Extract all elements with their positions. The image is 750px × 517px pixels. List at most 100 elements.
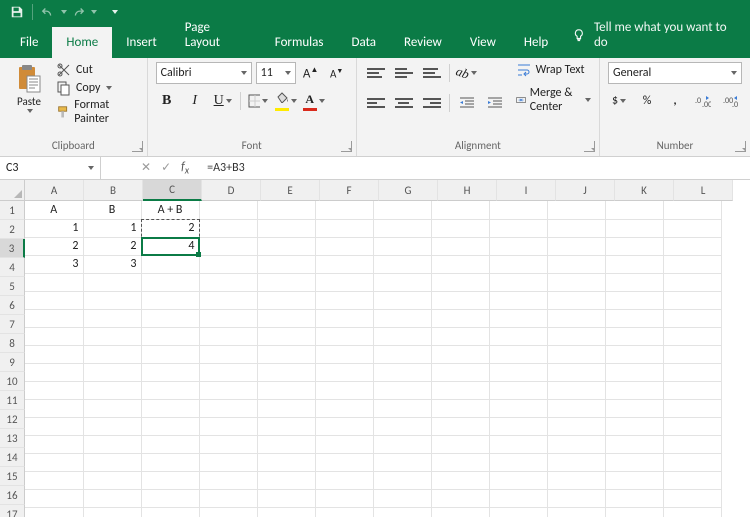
tab-help[interactable]: Help xyxy=(510,27,562,58)
cell[interactable] xyxy=(605,237,663,255)
cell[interactable] xyxy=(663,471,721,489)
cell[interactable] xyxy=(547,345,605,363)
cell[interactable] xyxy=(547,489,605,507)
cell[interactable] xyxy=(431,345,489,363)
cell[interactable] xyxy=(547,291,605,309)
orientation-button[interactable]: ab xyxy=(456,62,478,84)
cell[interactable] xyxy=(663,327,721,345)
qat-customize-icon[interactable] xyxy=(103,1,125,23)
cell[interactable] xyxy=(315,201,373,219)
cell[interactable] xyxy=(315,291,373,309)
cell[interactable] xyxy=(663,507,721,517)
cell[interactable] xyxy=(373,273,431,291)
cell[interactable] xyxy=(315,417,373,435)
cell[interactable] xyxy=(663,381,721,399)
cell[interactable] xyxy=(315,489,373,507)
cell[interactable] xyxy=(547,327,605,345)
cell[interactable] xyxy=(25,381,83,399)
cell[interactable] xyxy=(373,363,431,381)
row-header[interactable]: 16 xyxy=(0,486,25,505)
align-middle-button[interactable] xyxy=(393,62,415,84)
alignment-launcher[interactable] xyxy=(584,141,595,152)
tell-me[interactable]: Tell me what you want to do xyxy=(562,12,750,58)
column-header[interactable]: F xyxy=(320,180,379,201)
align-right-button[interactable] xyxy=(421,92,443,114)
increase-decimal-button[interactable]: .0.00 xyxy=(692,90,714,112)
cell[interactable] xyxy=(199,363,257,381)
cell[interactable] xyxy=(257,273,315,291)
decrease-decimal-button[interactable]: .00.0 xyxy=(720,90,742,112)
cell[interactable] xyxy=(199,327,257,345)
align-bottom-button[interactable] xyxy=(421,62,443,84)
cell[interactable] xyxy=(373,489,431,507)
cell[interactable] xyxy=(547,309,605,327)
column-header[interactable]: C xyxy=(143,180,202,201)
cell[interactable] xyxy=(431,219,489,237)
cell[interactable] xyxy=(199,399,257,417)
cell[interactable] xyxy=(257,327,315,345)
cell[interactable] xyxy=(489,507,547,517)
cell[interactable] xyxy=(373,471,431,489)
cell[interactable] xyxy=(605,201,663,219)
cell[interactable] xyxy=(547,381,605,399)
cell[interactable] xyxy=(315,309,373,327)
cell[interactable] xyxy=(489,273,547,291)
cut-button[interactable]: Cut xyxy=(56,62,139,78)
column-header[interactable]: D xyxy=(202,180,261,201)
cell[interactable] xyxy=(431,309,489,327)
align-top-button[interactable] xyxy=(365,62,387,84)
cell[interactable] xyxy=(547,417,605,435)
decrease-indent-button[interactable] xyxy=(456,92,478,114)
cell[interactable] xyxy=(663,273,721,291)
cell[interactable] xyxy=(199,201,257,219)
cell[interactable] xyxy=(199,489,257,507)
column-header[interactable]: E xyxy=(261,180,320,201)
cell[interactable] xyxy=(83,435,141,453)
cell[interactable] xyxy=(25,345,83,363)
cell[interactable] xyxy=(373,237,431,255)
row-header[interactable]: 2 xyxy=(0,220,25,239)
cell[interactable] xyxy=(489,237,547,255)
cell[interactable] xyxy=(547,255,605,273)
cell[interactable] xyxy=(431,273,489,291)
cell[interactable] xyxy=(257,471,315,489)
cell[interactable] xyxy=(431,435,489,453)
cell[interactable] xyxy=(257,309,315,327)
cell[interactable]: 2 xyxy=(141,219,199,237)
row-header[interactable]: 12 xyxy=(0,410,25,429)
cell[interactable] xyxy=(199,507,257,517)
cell[interactable]: B xyxy=(83,201,141,219)
row-header[interactable]: 13 xyxy=(0,429,25,448)
cell[interactable] xyxy=(431,417,489,435)
cell[interactable]: A xyxy=(25,201,83,219)
tab-review[interactable]: Review xyxy=(390,27,456,58)
cell[interactable] xyxy=(605,291,663,309)
cell[interactable] xyxy=(315,453,373,471)
cell[interactable] xyxy=(141,273,199,291)
cell[interactable] xyxy=(141,417,199,435)
cell[interactable] xyxy=(25,363,83,381)
increase-indent-button[interactable] xyxy=(484,92,506,114)
cell[interactable] xyxy=(141,489,199,507)
column-header[interactable]: B xyxy=(84,180,143,201)
cell[interactable] xyxy=(141,453,199,471)
cell[interactable] xyxy=(25,399,83,417)
cell[interactable] xyxy=(489,327,547,345)
enter-formula-icon[interactable]: ✓ xyxy=(161,160,171,175)
tab-file[interactable]: File xyxy=(6,27,52,58)
wrap-text-button[interactable]: Wrap Text xyxy=(516,62,591,78)
cell[interactable] xyxy=(141,345,199,363)
row-header[interactable]: 11 xyxy=(0,391,25,410)
align-left-button[interactable] xyxy=(365,92,387,114)
cell[interactable] xyxy=(315,381,373,399)
increase-font-button[interactable]: A▲ xyxy=(300,62,322,84)
cell[interactable] xyxy=(257,291,315,309)
cell[interactable] xyxy=(663,399,721,417)
column-header[interactable]: L xyxy=(674,180,733,201)
cell[interactable] xyxy=(605,381,663,399)
cell[interactable] xyxy=(663,291,721,309)
cell[interactable] xyxy=(257,363,315,381)
cell[interactable] xyxy=(489,219,547,237)
cell[interactable] xyxy=(489,363,547,381)
cell[interactable] xyxy=(315,273,373,291)
